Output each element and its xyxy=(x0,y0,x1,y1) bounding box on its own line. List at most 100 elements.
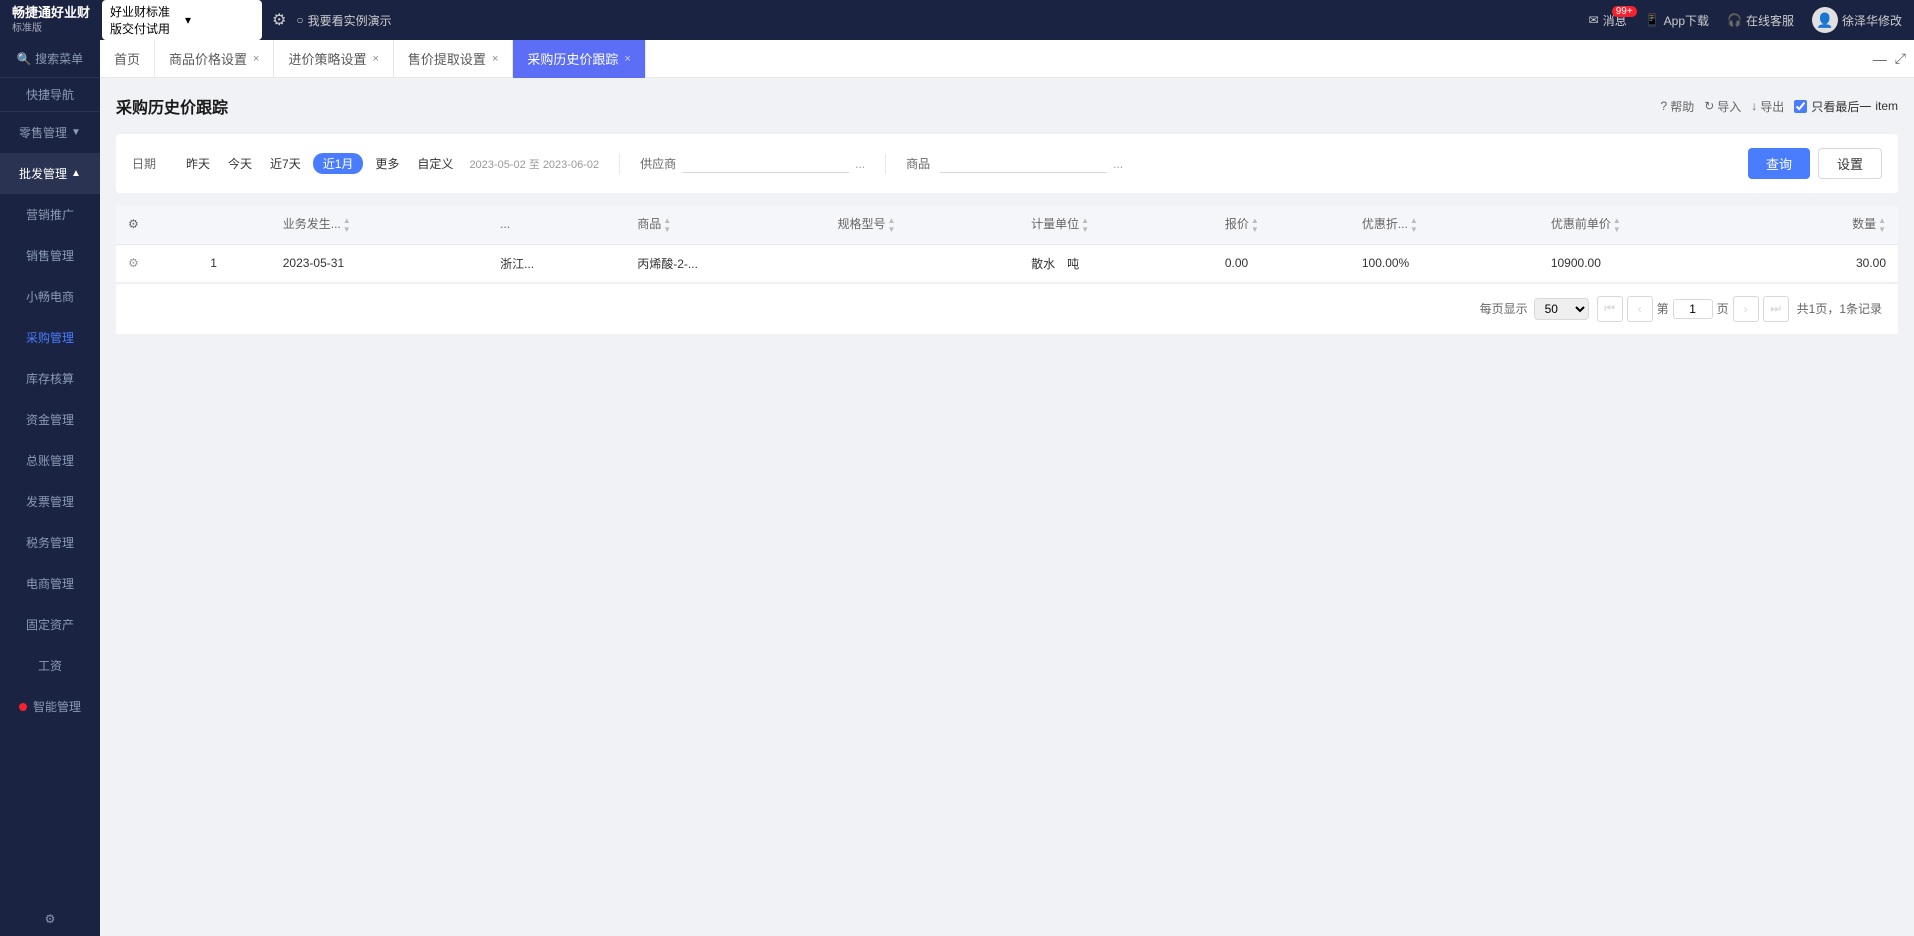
col-unit[interactable]: 计量单位▲▼ xyxy=(1019,205,1213,244)
tab-home[interactable]: 首页 xyxy=(100,40,155,78)
goods-filter: 商品 ... xyxy=(906,154,1123,173)
sidebar-item-payroll[interactable]: 工资 xyxy=(0,645,100,686)
sidebar-item-marketing[interactable]: 营销推广 xyxy=(0,194,100,235)
tab-sale-price[interactable]: 售价提取设置 × xyxy=(394,40,513,78)
sidebar-item-finance[interactable]: 资金管理 xyxy=(0,399,100,440)
message-button[interactable]: ✉ 消息 99+ xyxy=(1589,12,1627,29)
tab-purchase-history-close[interactable]: × xyxy=(624,53,630,65)
col-discount[interactable]: 优惠折...▲▼ xyxy=(1350,205,1539,244)
sidebar-quick-nav[interactable]: 快捷导航 xyxy=(0,78,100,112)
goods-ellipsis[interactable]: ... xyxy=(1113,157,1123,171)
sidebar-item-ecommerce-small-label: 小畅电商 xyxy=(26,288,74,305)
date-opt-more[interactable]: 更多 xyxy=(369,153,405,174)
only-last-checkbox-wrap: 只看最后一 item xyxy=(1794,98,1898,115)
date-opt-last7[interactable]: 近7天 xyxy=(264,153,307,174)
goods-label: 商品 xyxy=(906,155,934,172)
version-selector[interactable]: 好业财标准版交付试用 ▾ xyxy=(102,0,262,40)
sidebar-item-purchase-label: 采购管理 xyxy=(26,329,74,346)
tab-purchase-history[interactable]: 采购历史价跟踪 × xyxy=(513,40,645,78)
row-goods: 丙烯酸-2-... xyxy=(625,244,825,282)
import-label: 导入 xyxy=(1717,98,1741,115)
date-opt-last1m[interactable]: 近1月 xyxy=(313,153,364,174)
sidebar-item-retail[interactable]: 零售管理 ▼ xyxy=(0,112,100,153)
date-opt-custom[interactable]: 自定义 xyxy=(411,153,459,174)
sidebar-item-smart[interactable]: 智能管理 xyxy=(0,686,100,727)
sort-icon: ▲▼ xyxy=(1613,216,1621,234)
first-page-button[interactable]: ⏮ xyxy=(1597,296,1623,322)
col-gear[interactable]: ⚙ xyxy=(116,205,198,244)
date-opt-yesterday[interactable]: 昨天 xyxy=(180,153,216,174)
sidebar-item-sales[interactable]: 销售管理 xyxy=(0,235,100,276)
import-link[interactable]: ↻ 导入 xyxy=(1704,98,1741,115)
tab-sale-price-close[interactable]: × xyxy=(492,53,498,65)
tab-goods-price[interactable]: 商品价格设置 × xyxy=(155,40,274,78)
page-input[interactable] xyxy=(1673,299,1713,319)
headset-icon: 🎧 xyxy=(1727,13,1742,27)
col-more[interactable]: ... xyxy=(488,205,625,244)
supplier-label: 供应商 xyxy=(640,155,676,172)
sidebar-item-finance-label: 资金管理 xyxy=(26,411,74,428)
chevron-down-icon: ▾ xyxy=(185,13,254,27)
col-price[interactable]: 报价▲▼ xyxy=(1213,205,1350,244)
settings-icon[interactable]: ⚙ xyxy=(272,10,286,30)
topbar: 畅捷通好业财 标准版 好业财标准版交付试用 ▾ ⚙ ○ 我要看实例演示 ✉ 消息… xyxy=(0,0,1914,40)
app-edition: 标准版 xyxy=(12,22,92,35)
date-filter-label: 日期 xyxy=(132,155,160,172)
sort-icon: ▲▼ xyxy=(1878,216,1886,234)
content-area: 首页 商品价格设置 × 进价策略设置 × 售价提取设置 × 采购历史价跟踪 × … xyxy=(100,40,1914,936)
col-spec[interactable]: 规格型号▲▼ xyxy=(825,205,1019,244)
sidebar-settings-button[interactable]: ⚙ xyxy=(0,902,100,936)
filter-settings-button[interactable]: 设置 xyxy=(1818,148,1882,179)
supplier-input[interactable] xyxy=(682,154,849,173)
sidebar-search[interactable]: 🔍 搜索菜单 xyxy=(0,40,100,78)
last-page-button[interactable]: ⏭ xyxy=(1763,296,1789,322)
sidebar-item-retail-label: 零售管理 xyxy=(19,124,67,141)
tab-purchase-strategy[interactable]: 进价策略设置 × xyxy=(274,40,393,78)
sidebar-item-purchase[interactable]: 采购管理 xyxy=(0,317,100,358)
demo-link[interactable]: ○ 我要看实例演示 xyxy=(296,12,391,29)
online-service-button[interactable]: 🎧 在线客服 xyxy=(1727,12,1794,29)
sidebar-item-accounting-label: 总账管理 xyxy=(26,452,74,469)
sidebar-item-marketing-label: 营销推广 xyxy=(26,206,74,223)
export-link[interactable]: ↓ 导出 xyxy=(1751,98,1784,115)
sidebar-item-ecommerce-small[interactable]: 小畅电商 xyxy=(0,276,100,317)
app-download-button[interactable]: 📱 App下载 xyxy=(1645,12,1709,29)
sidebar: 🔍 搜索菜单 快捷导航 零售管理 ▼ 批发管理 ▲ 营销推广 销售管理 小畅电商… xyxy=(0,40,100,936)
user-profile-button[interactable]: 👤 徐泽华修改 xyxy=(1812,7,1902,33)
sidebar-item-ecommerce[interactable]: 电商管理 xyxy=(0,563,100,604)
col-biz-date[interactable]: 业务发生...▲▼ xyxy=(271,205,488,244)
tab-expand-icon[interactable]: ⤢ xyxy=(1895,50,1906,67)
help-link[interactable]: ? 帮助 xyxy=(1661,98,1695,115)
message-icon: ✉ xyxy=(1589,13,1599,27)
row-gear[interactable]: ⚙ xyxy=(116,244,198,282)
col-goods[interactable]: 商品▲▼ xyxy=(625,205,825,244)
sort-icon: ▲▼ xyxy=(1251,216,1259,234)
user-name: 徐泽华修改 xyxy=(1842,12,1902,29)
prev-page-button[interactable]: ‹ xyxy=(1627,296,1653,322)
sidebar-item-invoice[interactable]: 发票管理 xyxy=(0,481,100,522)
sidebar-item-wholesale[interactable]: 批发管理 ▲ xyxy=(0,153,100,194)
supplier-filter: 供应商 ... xyxy=(640,154,865,173)
chevron-down-icon: ▼ xyxy=(71,127,81,138)
next-page-button[interactable]: › xyxy=(1733,296,1759,322)
sidebar-item-inventory[interactable]: 库存核算 xyxy=(0,358,100,399)
export-icon: ↓ xyxy=(1751,99,1757,113)
only-last-checkbox[interactable] xyxy=(1794,100,1807,113)
tab-goods-price-close[interactable]: × xyxy=(253,53,259,65)
supplier-ellipsis[interactable]: ... xyxy=(855,157,865,171)
filter-row: 日期 昨天 今天 近7天 近1月 更多 自定义 2023-05-02 至 202… xyxy=(132,148,1882,179)
query-button[interactable]: 查询 xyxy=(1748,148,1810,179)
col-quantity[interactable]: 数量▲▼ xyxy=(1761,205,1898,244)
row-price: 0.00 xyxy=(1213,244,1350,282)
col-pre-discount-price[interactable]: 优惠前单价▲▼ xyxy=(1539,205,1761,244)
goods-input[interactable] xyxy=(940,154,1107,173)
tab-minimize-icon[interactable]: — xyxy=(1873,51,1887,67)
tab-purchase-strategy-close[interactable]: × xyxy=(372,53,378,65)
sort-icon: ▲▼ xyxy=(343,216,351,234)
date-opt-today[interactable]: 今天 xyxy=(222,153,258,174)
sidebar-item-assets[interactable]: 固定资产 xyxy=(0,604,100,645)
gear-icon: ⚙ xyxy=(128,217,139,231)
sidebar-item-tax[interactable]: 税务管理 xyxy=(0,522,100,563)
per-page-select[interactable]: 50 100 200 xyxy=(1534,298,1589,320)
sidebar-item-accounting[interactable]: 总账管理 xyxy=(0,440,100,481)
